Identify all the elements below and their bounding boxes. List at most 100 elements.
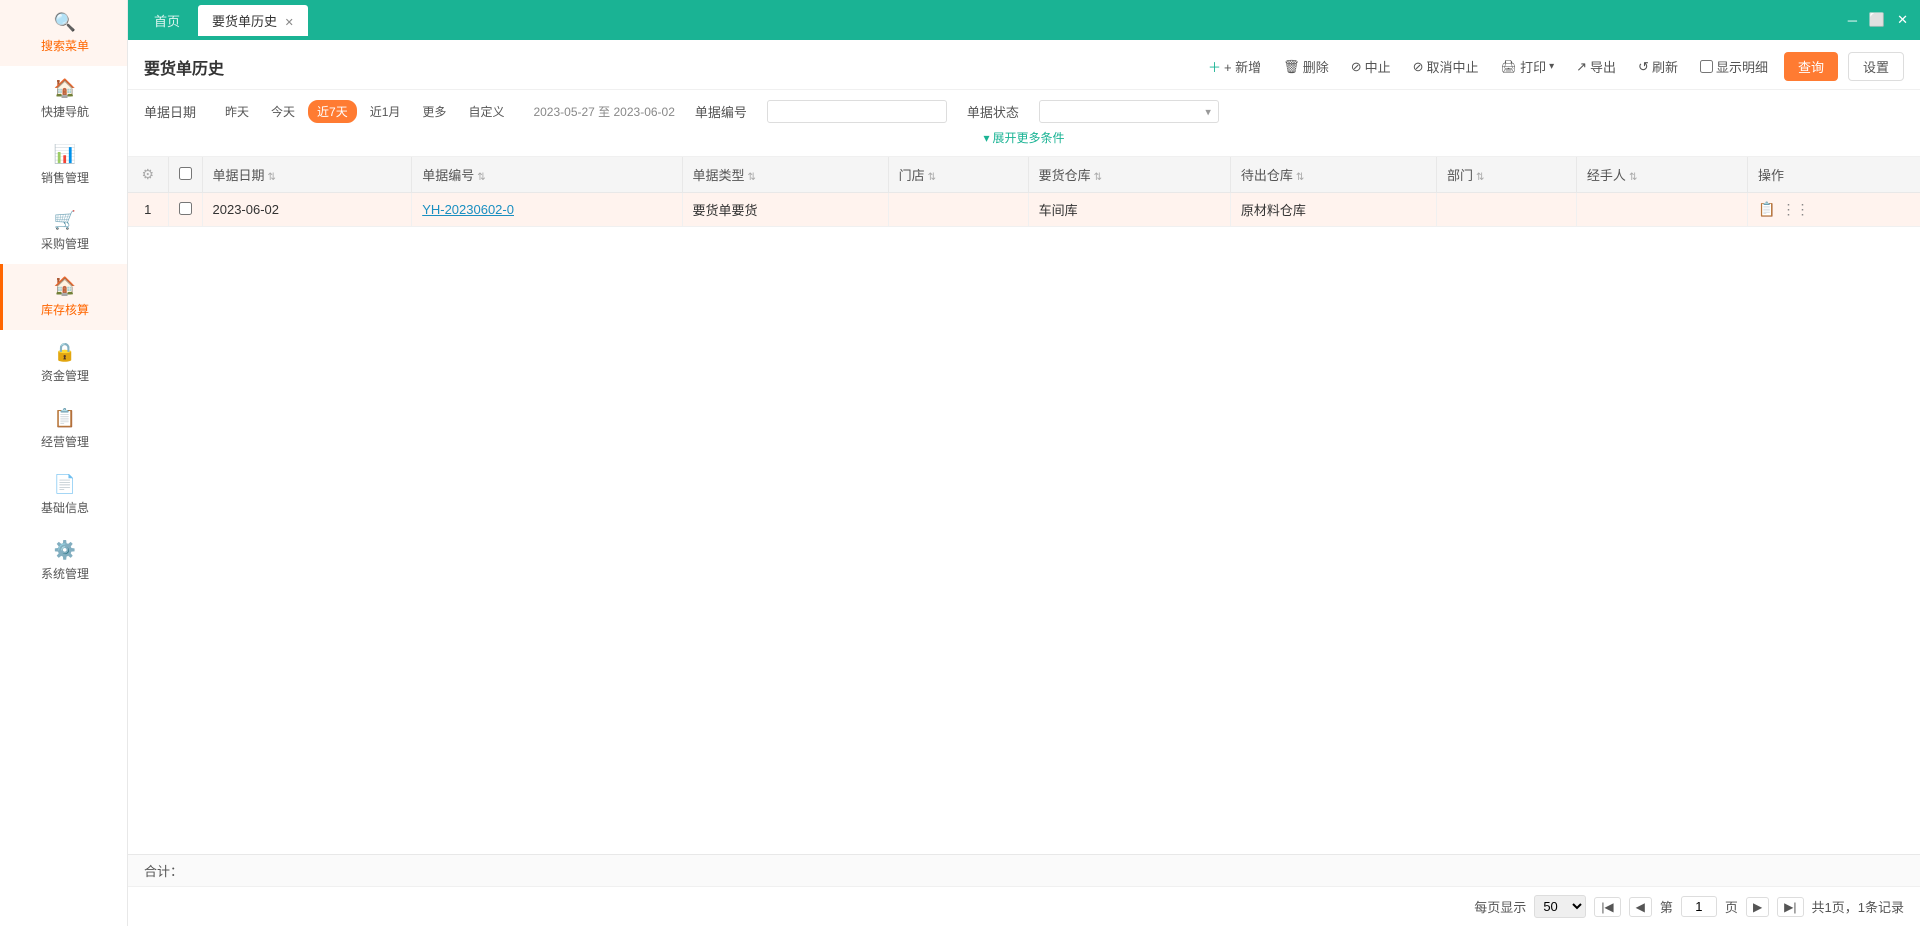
page-title: 要货单历史: [144, 55, 224, 79]
date-filter-label: 单据日期: [144, 102, 196, 121]
sort-handler-icon[interactable]: ⇅: [1629, 172, 1637, 183]
sort-store-icon[interactable]: ⇅: [928, 172, 936, 183]
col-header-req-warehouse: 要货仓库⇅: [1028, 157, 1230, 193]
select-all-checkbox[interactable]: [179, 167, 192, 180]
pagination: 每页显示 20 50 100 |◀ ◀ 第 页 ▶ ▶| 共1页，1条记录: [128, 886, 1920, 926]
search-menu-icon: 🔍: [54, 12, 76, 33]
row-docno-link[interactable]: YH-20230602-0: [422, 202, 514, 217]
page-size-label: 每页显示: [1474, 897, 1526, 916]
sidebar-item-sales[interactable]: 📊 销售管理: [0, 132, 127, 198]
sidebar-item-label: 基础信息: [41, 499, 89, 516]
row-edit-icon[interactable]: 📋: [1758, 201, 1775, 218]
sidebar-item-inventory[interactable]: 🏠 库存核算: [0, 264, 127, 330]
table-row: 1 2023-06-02 YH-20230602-0 要货单要货 车间库 原材料…: [128, 193, 1920, 227]
new-icon: ＋: [1208, 57, 1221, 76]
base-info-icon: 📄: [54, 474, 76, 495]
row-check: [168, 193, 202, 227]
cancel-stop-icon: ⊘: [1413, 59, 1424, 75]
date-btn-yesterday[interactable]: 昨天: [216, 100, 258, 123]
row-checkbox[interactable]: [179, 202, 192, 215]
inventory-icon: 🏠: [54, 276, 76, 297]
col-header-docno: 单据编号⇅: [412, 157, 682, 193]
toolbar: ＋ + 新增 🗑 删除 ⊘ 中止 ⊘ 取消中止 🖨 打印: [1202, 52, 1904, 81]
docno-filter-label: 单据编号: [695, 102, 747, 121]
next-page-button[interactable]: ▶: [1746, 897, 1769, 917]
status-filter-select[interactable]: [1039, 100, 1219, 123]
row-more-icon[interactable]: ⋮⋮: [1781, 201, 1809, 218]
close-window-icon[interactable]: ✕: [1897, 12, 1908, 28]
sort-req-warehouse-icon[interactable]: ⇅: [1094, 172, 1102, 183]
refresh-icon: ↺: [1638, 59, 1649, 75]
col-header-date: 单据日期⇅: [202, 157, 412, 193]
date-btn-1month[interactable]: 近1月: [361, 100, 410, 123]
query-button[interactable]: 查询: [1784, 52, 1838, 81]
tab-requisition-history[interactable]: 要货单历史 ✕: [198, 5, 308, 36]
prev-page-button[interactable]: ◀: [1629, 897, 1652, 917]
date-btn-custom[interactable]: 自定义: [459, 100, 513, 123]
tab-home[interactable]: 首页: [140, 5, 194, 36]
sidebar-item-base-info[interactable]: 📄 基础信息: [0, 462, 127, 528]
status-filter-label: 单据状态: [967, 102, 1019, 121]
sidebar-item-quick-nav[interactable]: 🏠 快捷导航: [0, 66, 127, 132]
export-button[interactable]: ↗ 导出: [1570, 53, 1622, 80]
last-page-button[interactable]: ▶|: [1777, 897, 1803, 917]
sort-type-icon[interactable]: ⇅: [748, 172, 756, 183]
main-area: 首页 要货单历史 ✕ ─ ⬜ ✕ 要货单历史 ＋ + 新增 🗑 删除: [128, 0, 1920, 926]
sort-pending-warehouse-icon[interactable]: ⇅: [1296, 172, 1304, 183]
print-icon: 🖨: [1501, 59, 1518, 75]
sidebar-item-purchase[interactable]: 🛒 采购管理: [0, 198, 127, 264]
sort-date-icon[interactable]: ⇅: [268, 172, 276, 183]
table-settings-icon[interactable]: ⚙: [141, 166, 154, 182]
date-buttons: 昨天 今天 近7天 近1月 更多 自定义: [216, 100, 513, 123]
system-icon: ⚙️: [54, 540, 76, 561]
sidebar-item-label: 快捷导航: [41, 103, 89, 120]
display-detail-checkbox[interactable]: [1700, 60, 1713, 73]
page-number-input[interactable]: [1681, 896, 1717, 917]
delete-button[interactable]: 🗑 删除: [1277, 53, 1335, 80]
status-filter-wrap: [1039, 100, 1219, 123]
minimize-icon[interactable]: ─: [1848, 13, 1857, 28]
sidebar-item-label: 销售管理: [41, 169, 89, 186]
date-btn-7days[interactable]: 近7天: [308, 100, 357, 123]
col-header-check: [168, 157, 202, 193]
expand-more-btn[interactable]: ▾ 展开更多条件: [144, 129, 1904, 146]
refresh-button[interactable]: ↺ 刷新: [1632, 53, 1684, 80]
sort-docno-icon[interactable]: ⇅: [477, 172, 485, 183]
docno-filter-input[interactable]: [767, 100, 947, 123]
sidebar: 🔍 搜索菜单 🏠 快捷导航 📊 销售管理 🛒 采购管理 🏠 库存核算 🔒 资金管…: [0, 0, 128, 926]
tab-close-icon[interactable]: ✕: [285, 17, 294, 29]
col-header-gear: ⚙: [128, 157, 168, 193]
sidebar-item-system[interactable]: ⚙️ 系统管理: [0, 528, 127, 594]
date-btn-more[interactable]: 更多: [413, 100, 455, 123]
delete-icon: 🗑: [1283, 59, 1300, 75]
sidebar-item-label: 系统管理: [41, 565, 89, 582]
row-handler: [1576, 193, 1747, 227]
cancel-stop-button[interactable]: ⊘ 取消中止: [1407, 53, 1485, 80]
display-detail-toggle[interactable]: 显示明细: [1694, 53, 1774, 80]
sort-department-icon[interactable]: ⇅: [1476, 172, 1484, 183]
total-info: 共1页，1条记录: [1812, 897, 1904, 916]
new-button[interactable]: ＋ + 新增: [1202, 53, 1267, 80]
sidebar-item-search-menu[interactable]: 🔍 搜索菜单: [0, 0, 127, 66]
settings-button[interactable]: 设置: [1848, 52, 1904, 81]
top-bar-right: ─ ⬜ ✕: [1848, 12, 1908, 28]
summary-label: 合计：: [144, 864, 183, 879]
maximize-icon[interactable]: ⬜: [1869, 12, 1885, 28]
page-size-select[interactable]: 20 50 100: [1534, 895, 1586, 918]
first-page-button[interactable]: |◀: [1594, 897, 1620, 917]
sidebar-item-finance[interactable]: 🔒 资金管理: [0, 330, 127, 396]
print-button[interactable]: 🖨 打印 ▾: [1495, 53, 1561, 80]
footer-summary: 合计：: [128, 854, 1920, 886]
finance-icon: 🔒: [54, 342, 76, 363]
row-req-warehouse: 车间库: [1028, 193, 1230, 227]
sidebar-item-operations[interactable]: 📋 经营管理: [0, 396, 127, 462]
expand-more-icon: ▾: [983, 131, 989, 145]
row-type: 要货单要货: [682, 193, 888, 227]
stop-button[interactable]: ⊘ 中止: [1345, 53, 1397, 80]
col-header-pending-warehouse: 待出仓库⇅: [1230, 157, 1436, 193]
sidebar-item-label: 经营管理: [41, 433, 89, 450]
col-header-type: 单据类型⇅: [682, 157, 888, 193]
date-btn-today[interactable]: 今天: [262, 100, 304, 123]
sidebar-item-label: 资金管理: [41, 367, 89, 384]
col-header-department: 部门⇅: [1436, 157, 1576, 193]
